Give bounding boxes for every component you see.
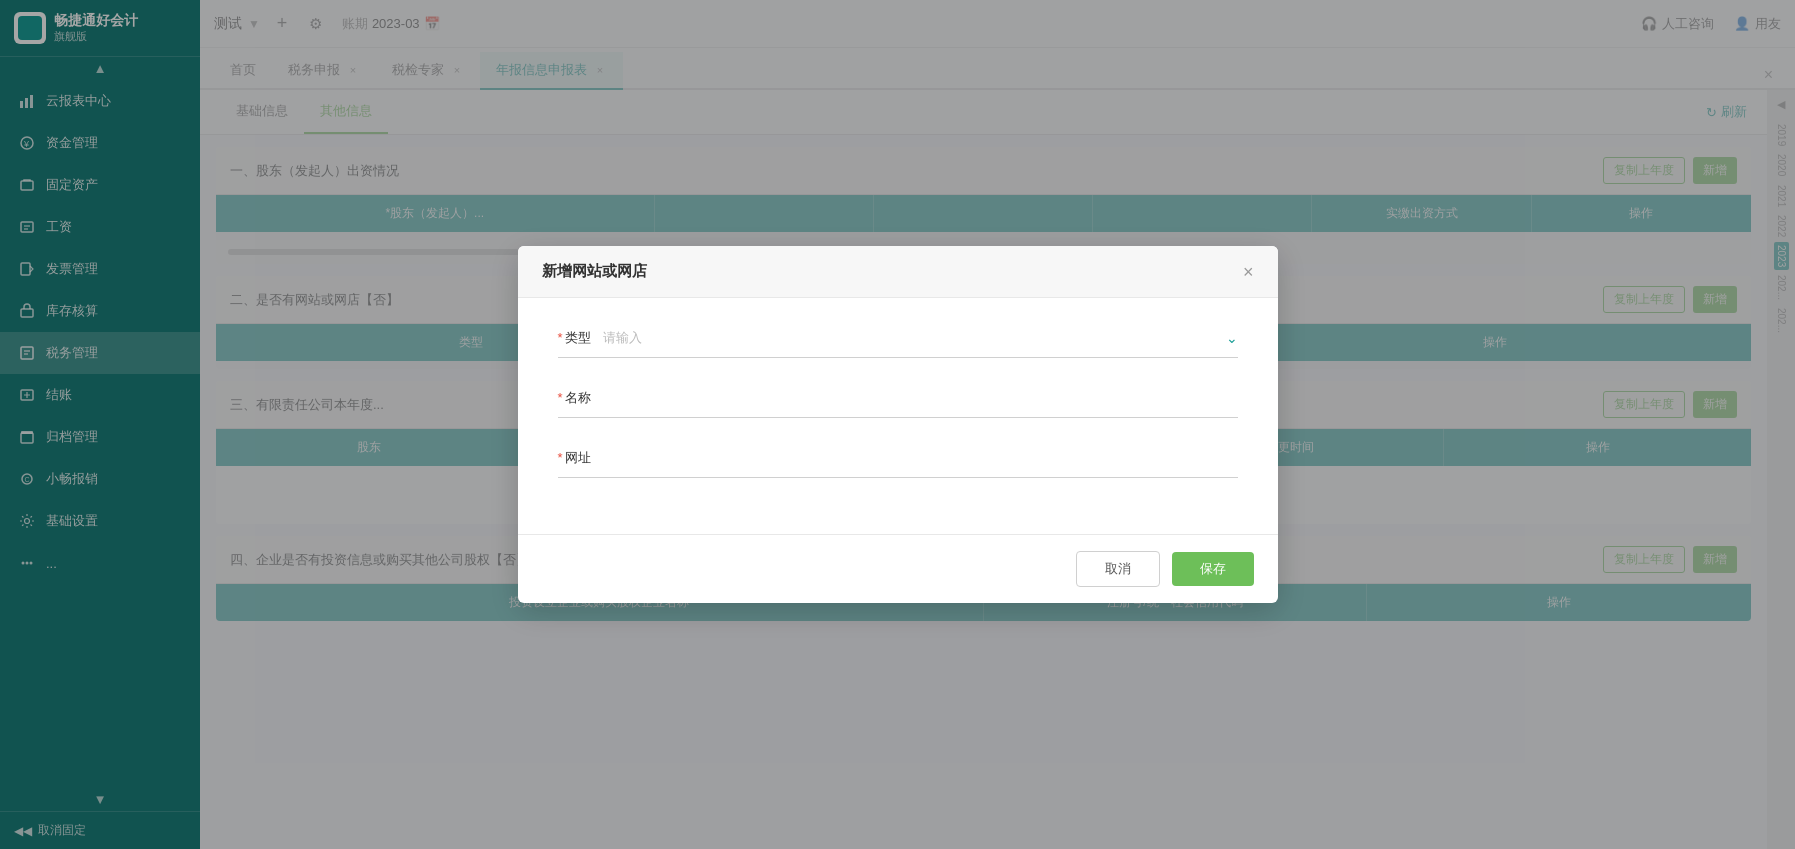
url-input[interactable] (603, 446, 1238, 469)
save-button[interactable]: 保存 (1172, 552, 1254, 586)
add-website-modal: 新增网站或网店 × *类型 ⌄ *名称 (518, 246, 1278, 603)
type-input[interactable] (603, 326, 1238, 349)
dropdown-arrow-icon[interactable]: ⌄ (1226, 330, 1238, 346)
name-field-wrapper: *名称 (558, 386, 1238, 418)
modal-footer: 取消 保存 (518, 534, 1278, 603)
cancel-button[interactable]: 取消 (1076, 551, 1160, 587)
type-field-wrapper: *类型 ⌄ (558, 326, 1238, 358)
modal-overlay: 新增网站或网店 × *类型 ⌄ *名称 (0, 0, 1795, 849)
name-label: *名称 (558, 389, 591, 407)
name-input[interactable] (603, 386, 1238, 409)
form-row-url: *网址 (558, 446, 1238, 478)
form-row-name: *名称 (558, 386, 1238, 418)
form-row-type: *类型 ⌄ (558, 326, 1238, 358)
url-field-wrapper: *网址 (558, 446, 1238, 478)
url-label: *网址 (558, 449, 591, 467)
modal-close-button[interactable]: × (1243, 263, 1254, 281)
modal-header: 新增网站或网店 × (518, 246, 1278, 298)
modal-body: *类型 ⌄ *名称 *网址 (518, 298, 1278, 534)
type-label: *类型 (558, 329, 591, 347)
modal-title: 新增网站或网店 (542, 262, 647, 281)
